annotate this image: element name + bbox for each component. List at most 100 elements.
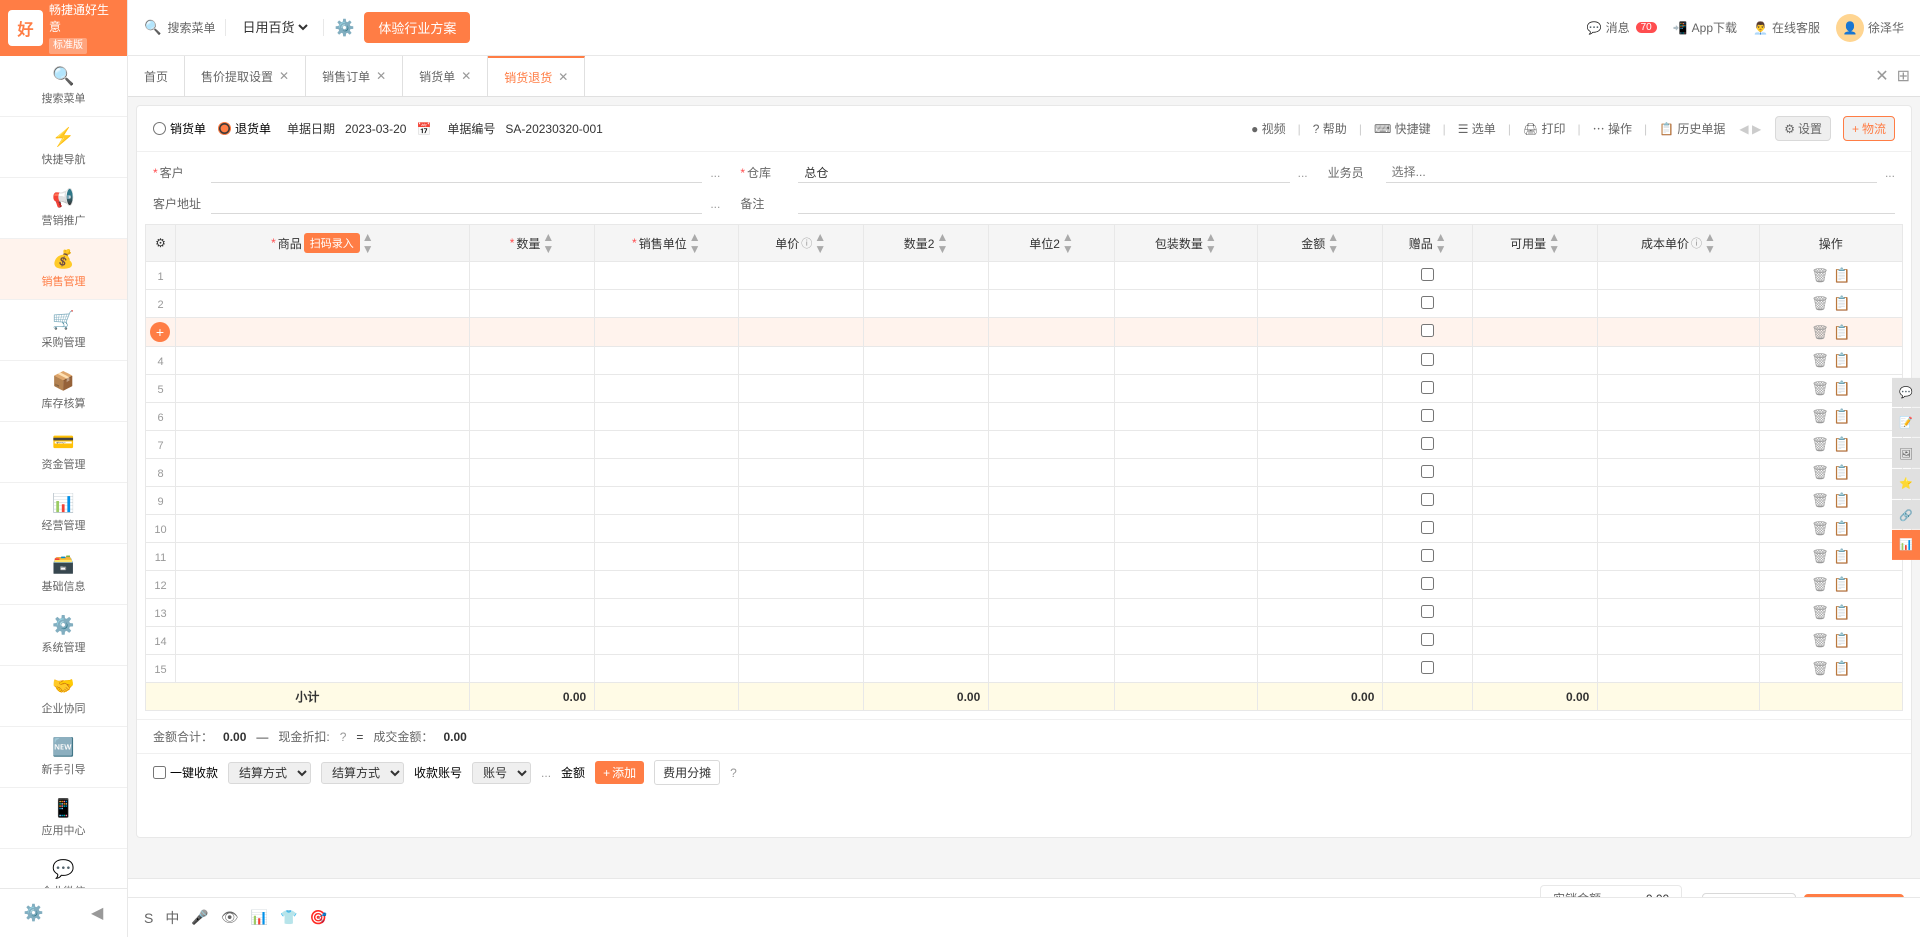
delete-row-icon[interactable]: 🗑 xyxy=(1811,352,1829,369)
copy-row-icon[interactable]: 📋 xyxy=(1833,295,1850,312)
delete-row-icon[interactable]: 🗑 xyxy=(1811,324,1829,341)
sidebar-item-inventory[interactable]: 📦 库存核算 xyxy=(0,361,127,422)
gift-checkbox[interactable] xyxy=(1421,633,1434,646)
copy-row-icon[interactable]: 📋 xyxy=(1833,660,1850,677)
tool-icon-5[interactable]: 📊 xyxy=(251,909,268,926)
setting-btn[interactable]: ⚙ 设置 xyxy=(1775,116,1831,141)
gift-checkbox[interactable] xyxy=(1421,661,1434,674)
close-sales-return-icon[interactable]: ✕ xyxy=(558,70,568,84)
gift-checkbox[interactable] xyxy=(1421,521,1434,534)
sidebar-item-search[interactable]: 🔍 搜索菜单 xyxy=(0,56,127,117)
video-action[interactable]: ● 视频 xyxy=(1251,120,1286,137)
delete-row-icon[interactable]: 🗑 xyxy=(1811,492,1829,509)
product-input[interactable] xyxy=(180,269,465,283)
sidebar-item-basic[interactable]: 🗃️ 基础信息 xyxy=(0,544,127,605)
delete-row-icon[interactable]: 🗑 xyxy=(1811,267,1829,284)
tool-icon-1[interactable]: S xyxy=(144,910,153,926)
right-float-image-btn[interactable]: 🖼 xyxy=(1892,438,1920,468)
fee-split-btn[interactable]: 费用分摊 xyxy=(654,760,720,785)
copy-row-icon[interactable]: 📋 xyxy=(1833,464,1850,481)
search-menu-btn[interactable]: 🔍 搜索菜单 xyxy=(144,19,215,36)
tab-sales-delivery[interactable]: 销货单 ✕ xyxy=(403,56,488,96)
copy-row-icon[interactable]: 📋 xyxy=(1833,632,1850,649)
calc-method-select[interactable]: 结算方式 xyxy=(228,762,311,784)
add-payment-btn[interactable]: + 添加 xyxy=(595,761,644,784)
gift-checkbox[interactable] xyxy=(1421,268,1434,281)
delete-row-icon[interactable]: 🗑 xyxy=(1811,295,1829,312)
delete-row-icon[interactable]: 🗑 xyxy=(1811,660,1829,677)
sidebar-item-appstore[interactable]: 📱 应用中心 xyxy=(0,788,127,849)
copy-row-icon[interactable]: 📋 xyxy=(1833,436,1850,453)
right-float-link-btn[interactable]: 🔗 xyxy=(1892,500,1920,529)
copy-row-icon[interactable]: 📋 xyxy=(1833,576,1850,593)
right-float-record-btn[interactable]: 📝 xyxy=(1892,408,1920,437)
close-all-tabs-btn[interactable]: ✕ xyxy=(1875,66,1888,86)
tool-icon-7[interactable]: 🎯 xyxy=(309,909,326,926)
tool-icon-6[interactable]: 👕 xyxy=(280,909,297,926)
history-action[interactable]: 📋 历史单据 xyxy=(1659,120,1725,137)
sidebar-settings-btn[interactable]: ⚙️ xyxy=(20,899,48,927)
delete-row-icon[interactable]: 🗑 xyxy=(1811,408,1829,425)
delete-row-icon[interactable]: 🗑 xyxy=(1811,548,1829,565)
close-sales-order-icon[interactable]: ✕ xyxy=(376,69,386,83)
gift-checkbox[interactable] xyxy=(1421,437,1434,450)
gift-checkbox[interactable] xyxy=(1421,296,1434,309)
dots-icon[interactable]: ... xyxy=(541,766,551,780)
tab-home[interactable]: 首页 xyxy=(128,56,185,96)
scan-input-btn[interactable]: 扫码录入 xyxy=(304,233,360,253)
fee-help-icon[interactable]: ? xyxy=(730,766,737,780)
trial-btn[interactable]: 体验行业方案 xyxy=(364,12,470,43)
sidebar-item-wechat[interactable]: 💬 企业微信 xyxy=(0,849,127,888)
delete-row-icon[interactable]: 🗑 xyxy=(1811,464,1829,481)
close-price-setting-icon[interactable]: ✕ xyxy=(279,69,289,83)
gift-checkbox[interactable] xyxy=(1421,605,1434,618)
app-download-btn[interactable]: 📲 App下载 xyxy=(1673,19,1737,36)
gift-checkbox[interactable] xyxy=(1421,324,1434,337)
delete-row-icon[interactable]: 🗑 xyxy=(1811,436,1829,453)
tool-icon-2[interactable]: 中 xyxy=(165,908,179,928)
operate-action[interactable]: ⋯ 操作 xyxy=(1593,120,1632,137)
gift-checkbox[interactable] xyxy=(1421,577,1434,590)
topbar-settings-icon[interactable]: ⚙️ xyxy=(334,18,354,38)
addr-picker-btn[interactable]: ... xyxy=(710,197,720,211)
sidebar-item-partner[interactable]: 🤝 企业协同 xyxy=(0,666,127,727)
sidebar-item-quicknav[interactable]: ⚡ 快捷导航 xyxy=(0,117,127,178)
delete-row-icon[interactable]: 🗑 xyxy=(1811,520,1829,537)
copy-row-icon[interactable]: 📋 xyxy=(1833,520,1850,537)
one-key-payment-checkbox[interactable]: 一键收款 xyxy=(153,764,218,781)
sidebar-collapse-btn[interactable]: ◀ xyxy=(87,899,107,927)
right-float-active-btn[interactable]: 📊 xyxy=(1892,530,1920,559)
calendar-icon[interactable]: 📅 xyxy=(416,122,431,136)
tab-layout-btn[interactable]: ⊞ xyxy=(1897,66,1910,86)
add-logistics-btn[interactable]: + 物流 xyxy=(1843,116,1895,141)
warehouse-input[interactable] xyxy=(798,162,1289,183)
customer-addr-input[interactable] xyxy=(211,193,702,214)
help-action[interactable]: ? 帮助 xyxy=(1313,120,1347,137)
sales-return-radio[interactable]: 退货单 xyxy=(218,120,271,137)
sidebar-item-guide[interactable]: 🆕 新手引导 xyxy=(0,727,127,788)
user-avatar[interactable]: 👤 徐泽华 xyxy=(1836,14,1904,42)
sidebar-item-purchase[interactable]: 🛒 采购管理 xyxy=(0,300,127,361)
message-btn[interactable]: 💬 消息 70 xyxy=(1587,19,1657,36)
gift-checkbox[interactable] xyxy=(1421,493,1434,506)
sidebar-item-operations[interactable]: 📊 经营管理 xyxy=(0,483,127,544)
print-action[interactable]: 🖨 打印 xyxy=(1523,120,1566,137)
shortcut-action[interactable]: ⌨ 快捷键 xyxy=(1374,120,1431,137)
copy-row-icon[interactable]: 📋 xyxy=(1833,324,1850,341)
gift-checkbox[interactable] xyxy=(1421,353,1434,366)
copy-row-icon[interactable]: 📋 xyxy=(1833,492,1850,509)
delete-row-icon[interactable]: 🗑 xyxy=(1811,632,1829,649)
customer-picker-btn[interactable]: ... xyxy=(710,166,720,180)
online-service-btn[interactable]: 👨‍💼 在线客服 xyxy=(1753,19,1820,36)
daily-goods-select[interactable]: 日用百货 xyxy=(238,19,311,36)
gift-checkbox[interactable] xyxy=(1421,409,1434,422)
warehouse-picker-btn[interactable]: ... xyxy=(1298,166,1308,180)
product-input-active[interactable] xyxy=(180,325,465,339)
copy-row-icon[interactable]: 📋 xyxy=(1833,267,1850,284)
copy-row-icon[interactable]: 📋 xyxy=(1833,604,1850,621)
delete-row-icon[interactable]: 🗑 xyxy=(1811,576,1829,593)
gift-checkbox[interactable] xyxy=(1421,549,1434,562)
delete-row-icon[interactable]: 🗑 xyxy=(1811,604,1829,621)
tab-price-setting[interactable]: 售价提取设置 ✕ xyxy=(185,56,306,96)
copy-row-icon[interactable]: 📋 xyxy=(1833,380,1850,397)
